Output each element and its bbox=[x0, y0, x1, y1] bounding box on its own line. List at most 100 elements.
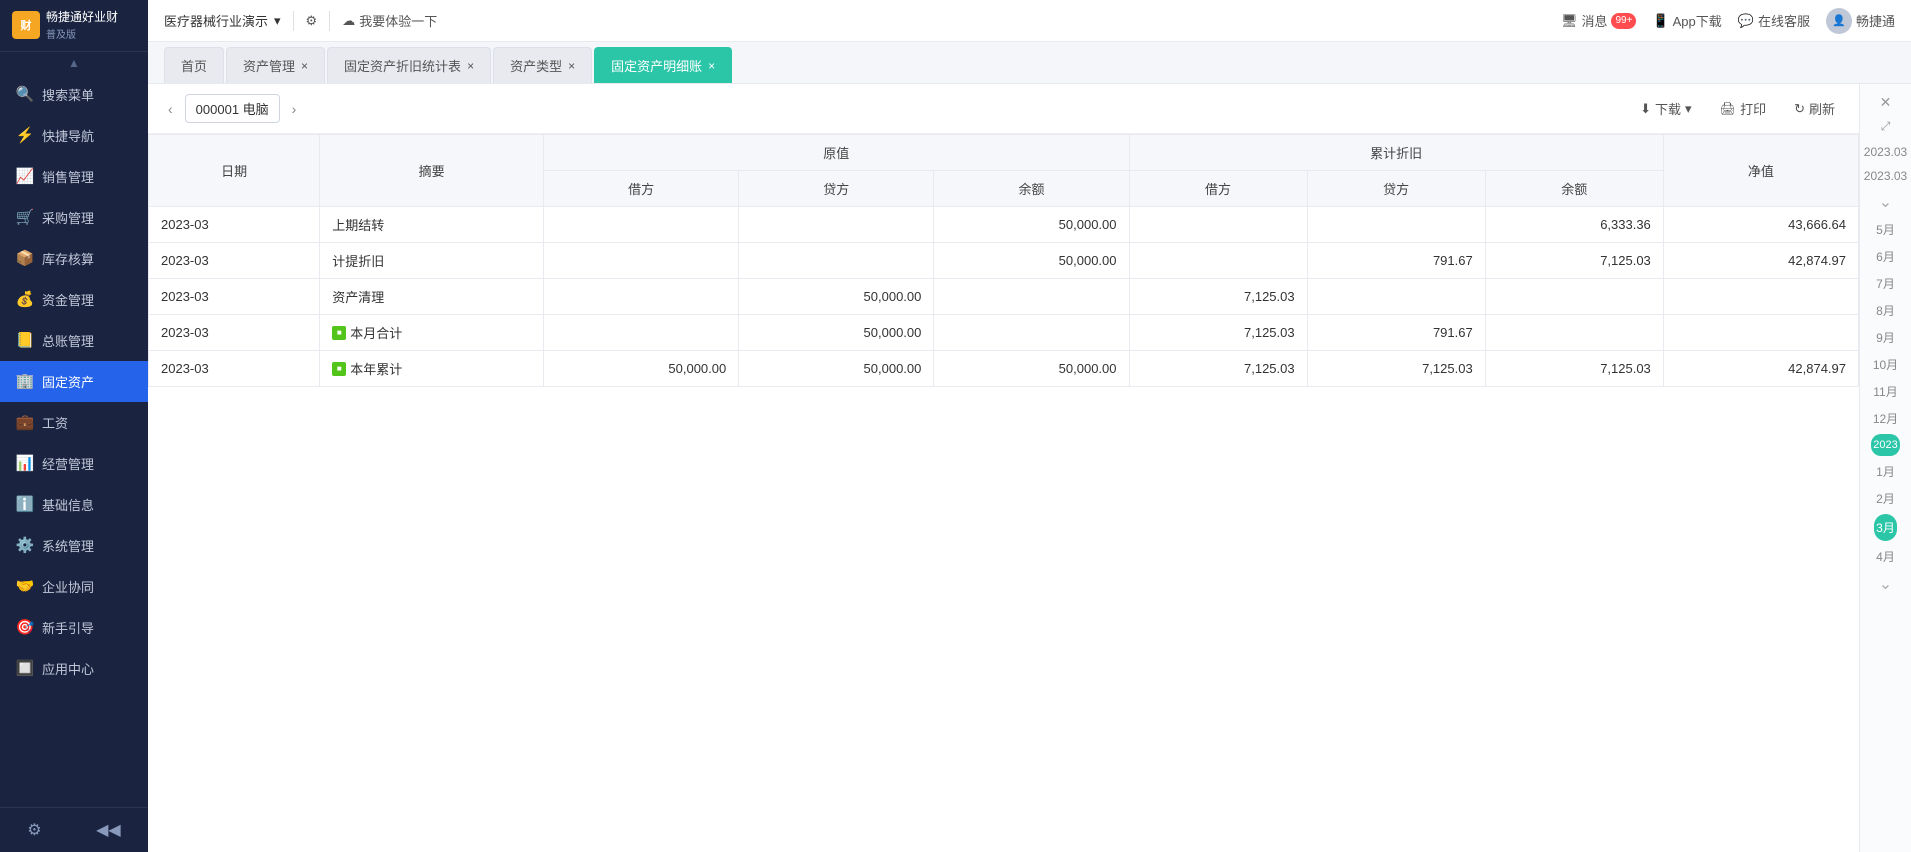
timeline-month-8[interactable]: 8月 bbox=[1860, 297, 1911, 324]
table-wrap: 日期 摘要 原值 累计折旧 净值 借方 贷方 余额 借方 贷方 余额 bbox=[148, 134, 1859, 852]
cell-orig-credit-2: 50,000.00 bbox=[739, 279, 934, 315]
tab-depreciation-stat-close[interactable]: × bbox=[467, 60, 474, 72]
th-summary: 摘要 bbox=[320, 135, 544, 207]
cell-orig-balance-3 bbox=[934, 315, 1129, 351]
sidebar-item-label-payroll: 工资 bbox=[42, 413, 68, 432]
cell-acc-balance-3 bbox=[1485, 315, 1663, 351]
app-download-btn[interactable]: 📱 App下载 bbox=[1652, 11, 1721, 30]
refresh-btn[interactable]: ↻ 刷新 bbox=[1786, 95, 1843, 122]
prev-asset-btn[interactable]: ‹ bbox=[164, 99, 177, 119]
cell-orig-balance-1: 50,000.00 bbox=[934, 243, 1129, 279]
tab-depreciation-stat[interactable]: 固定资产折旧统计表 × bbox=[327, 47, 491, 83]
timeline-expand-icon[interactable]: ⤢ bbox=[1877, 115, 1895, 138]
tab-asset-detail-close[interactable]: × bbox=[708, 60, 715, 72]
download-icon: 📱 bbox=[1652, 13, 1668, 29]
cell-orig-credit-0 bbox=[739, 207, 934, 243]
sidebar-item-inventory[interactable]: 📦 库存核算 bbox=[0, 238, 148, 279]
cell-orig-debit-3 bbox=[544, 315, 739, 351]
timeline-month-11[interactable]: 11月 bbox=[1860, 378, 1911, 405]
cell-acc-credit-2 bbox=[1307, 279, 1485, 315]
experience-btn[interactable]: ☁ 我要体验一下 bbox=[342, 11, 437, 30]
sidebar-item-cooperation[interactable]: 🤝 企业协同 bbox=[0, 566, 148, 607]
tab-asset-type[interactable]: 资产类型 × bbox=[493, 47, 592, 83]
sidebar-item-fixed-assets[interactable]: 🏢 固定资产 bbox=[0, 361, 148, 402]
timeline-year-2023[interactable]: 2023 bbox=[1871, 434, 1899, 456]
sidebar-item-label-inventory: 库存核算 bbox=[42, 249, 94, 268]
timeline-month-2[interactable]: 2月 bbox=[1860, 485, 1911, 512]
timeline-month-3-active[interactable]: 3月 bbox=[1874, 514, 1897, 541]
message-label: 消息 bbox=[1581, 11, 1607, 30]
cell-summary-1: 计提折旧 bbox=[320, 243, 544, 279]
settings-icon[interactable]: ⚙ bbox=[19, 816, 49, 844]
sidebar-item-label-purchase: 采购管理 bbox=[42, 208, 94, 227]
service-icon: 💬 bbox=[1738, 13, 1754, 29]
th-accumulated-depreciation: 累计折旧 bbox=[1129, 135, 1663, 171]
company-selector[interactable]: 医疗器械行业演示 ▾ bbox=[164, 11, 281, 30]
timeline-month-7[interactable]: 7月 bbox=[1860, 270, 1911, 297]
cell-orig-balance-0: 50,000.00 bbox=[934, 207, 1129, 243]
app-download-label: App下载 bbox=[1673, 11, 1722, 30]
timeline-scroll-down-icon[interactable]: ⌄ bbox=[1875, 570, 1896, 598]
sidebar-item-guide[interactable]: 🎯 新手引导 bbox=[0, 607, 148, 648]
cell-orig-balance-4: 50,000.00 bbox=[934, 351, 1129, 387]
sidebar-item-quick-nav[interactable]: ⚡ 快捷导航 bbox=[0, 115, 148, 156]
sidebar-item-payroll[interactable]: 💼 工资 bbox=[0, 402, 148, 443]
sidebar-item-label-search: 搜索菜单 bbox=[42, 85, 94, 104]
sidebar-item-operations[interactable]: 📊 经营管理 bbox=[0, 443, 148, 484]
topbar-right: 🖥 消息 99+ 📱 App下载 💬 在线客服 👤 畅捷通 bbox=[1561, 8, 1895, 34]
timeline-month-1[interactable]: 1月 bbox=[1860, 458, 1911, 485]
tab-asset-type-close[interactable]: × bbox=[568, 60, 575, 72]
th-acc-debit: 借方 bbox=[1129, 171, 1307, 207]
sidebar-nav: 🔍 搜索菜单 ⚡ 快捷导航 📈 销售管理 🛒 采购管理 📦 库存核算 💰 资金管… bbox=[0, 74, 148, 807]
cell-acc-debit-2: 7,125.03 bbox=[1129, 279, 1307, 315]
content-toolbar: ‹ 000001 电脑 › ⬇ 下载 ▾ 🖨 打印 bbox=[148, 84, 1859, 134]
timeline-close-icon[interactable]: ✕ bbox=[1876, 90, 1896, 115]
cell-date-4: 2023-03 bbox=[149, 351, 320, 387]
sidebar-item-basic-info[interactable]: ℹ️ 基础信息 bbox=[0, 484, 148, 525]
th-acc-credit: 贷方 bbox=[1307, 171, 1485, 207]
sidebar-item-label-sales: 销售管理 bbox=[42, 167, 94, 186]
topbar-divider2 bbox=[329, 11, 330, 31]
tab-asset-mgmt-close[interactable]: × bbox=[301, 60, 308, 72]
sidebar-scroll-up[interactable]: ▲ bbox=[0, 52, 148, 74]
table-row: 2023-03 ■本月合计 50,000.00 7,125.03 791.67 bbox=[149, 315, 1859, 351]
timeline-month-12[interactable]: 12月 bbox=[1860, 405, 1911, 432]
sidebar-item-system[interactable]: ⚙️ 系统管理 bbox=[0, 525, 148, 566]
online-service-btn[interactable]: 💬 在线客服 bbox=[1738, 11, 1810, 30]
print-btn[interactable]: 🖨 打印 bbox=[1712, 95, 1775, 122]
sidebar-item-ledger[interactable]: 📒 总账管理 bbox=[0, 320, 148, 361]
tab-asset-mgmt[interactable]: 资产管理 × bbox=[226, 47, 325, 83]
cell-acc-balance-2 bbox=[1485, 279, 1663, 315]
message-btn[interactable]: 🖥 消息 99+ bbox=[1561, 11, 1637, 30]
user-info[interactable]: 👤 畅捷通 bbox=[1826, 8, 1895, 34]
sidebar-item-app-center[interactable]: 🔲 应用中心 bbox=[0, 648, 148, 689]
next-asset-btn[interactable]: › bbox=[288, 99, 301, 119]
timeline-month-9[interactable]: 9月 bbox=[1860, 324, 1911, 351]
sidebar-item-capital[interactable]: 💰 资金管理 bbox=[0, 279, 148, 320]
settings-config[interactable]: ⚙ bbox=[306, 13, 318, 29]
cell-acc-credit-0 bbox=[1307, 207, 1485, 243]
basic-info-icon: ℹ️ bbox=[16, 495, 34, 513]
logo-sub: 普及版 bbox=[46, 26, 118, 41]
cell-net-value-0: 43,666.64 bbox=[1663, 207, 1858, 243]
topbar-divider bbox=[293, 11, 294, 31]
tab-asset-detail[interactable]: 固定资产明细账 × bbox=[594, 47, 732, 83]
timeline-year-2023-03-b[interactable]: 2023.03 bbox=[1860, 164, 1911, 188]
timeline-month-4[interactable]: 4月 bbox=[1860, 543, 1911, 570]
tab-home[interactable]: 首页 bbox=[164, 47, 224, 83]
table-row: 2023-03 ■本年累计 50,000.00 50,000.00 50,000… bbox=[149, 351, 1859, 387]
download-btn[interactable]: ⬇ 下载 ▾ bbox=[1632, 95, 1699, 122]
timeline-scroll-icon[interactable]: ⌄ bbox=[1875, 188, 1896, 216]
sidebar: 财 畅捷通好业财 普及版 ▲ 🔍 搜索菜单 ⚡ 快捷导航 📈 销售管理 🛒 采购… bbox=[0, 0, 148, 852]
timeline-month-5[interactable]: 5月 bbox=[1860, 216, 1911, 243]
timeline-month-6[interactable]: 6月 bbox=[1860, 243, 1911, 270]
collapse-icon[interactable]: ◀◀ bbox=[88, 816, 129, 844]
timeline-year-2023-03-a[interactable]: 2023.03 bbox=[1860, 140, 1911, 164]
sidebar-item-purchase[interactable]: 🛒 采购管理 bbox=[0, 197, 148, 238]
sidebar-bottom: ⚙ ◀◀ bbox=[0, 807, 148, 852]
sidebar-item-search[interactable]: 🔍 搜索菜单 bbox=[0, 74, 148, 115]
sidebar-item-sales[interactable]: 📈 销售管理 bbox=[0, 156, 148, 197]
timeline-month-10[interactable]: 10月 bbox=[1860, 351, 1911, 378]
payroll-icon: 💼 bbox=[16, 413, 34, 431]
cell-orig-balance-2 bbox=[934, 279, 1129, 315]
